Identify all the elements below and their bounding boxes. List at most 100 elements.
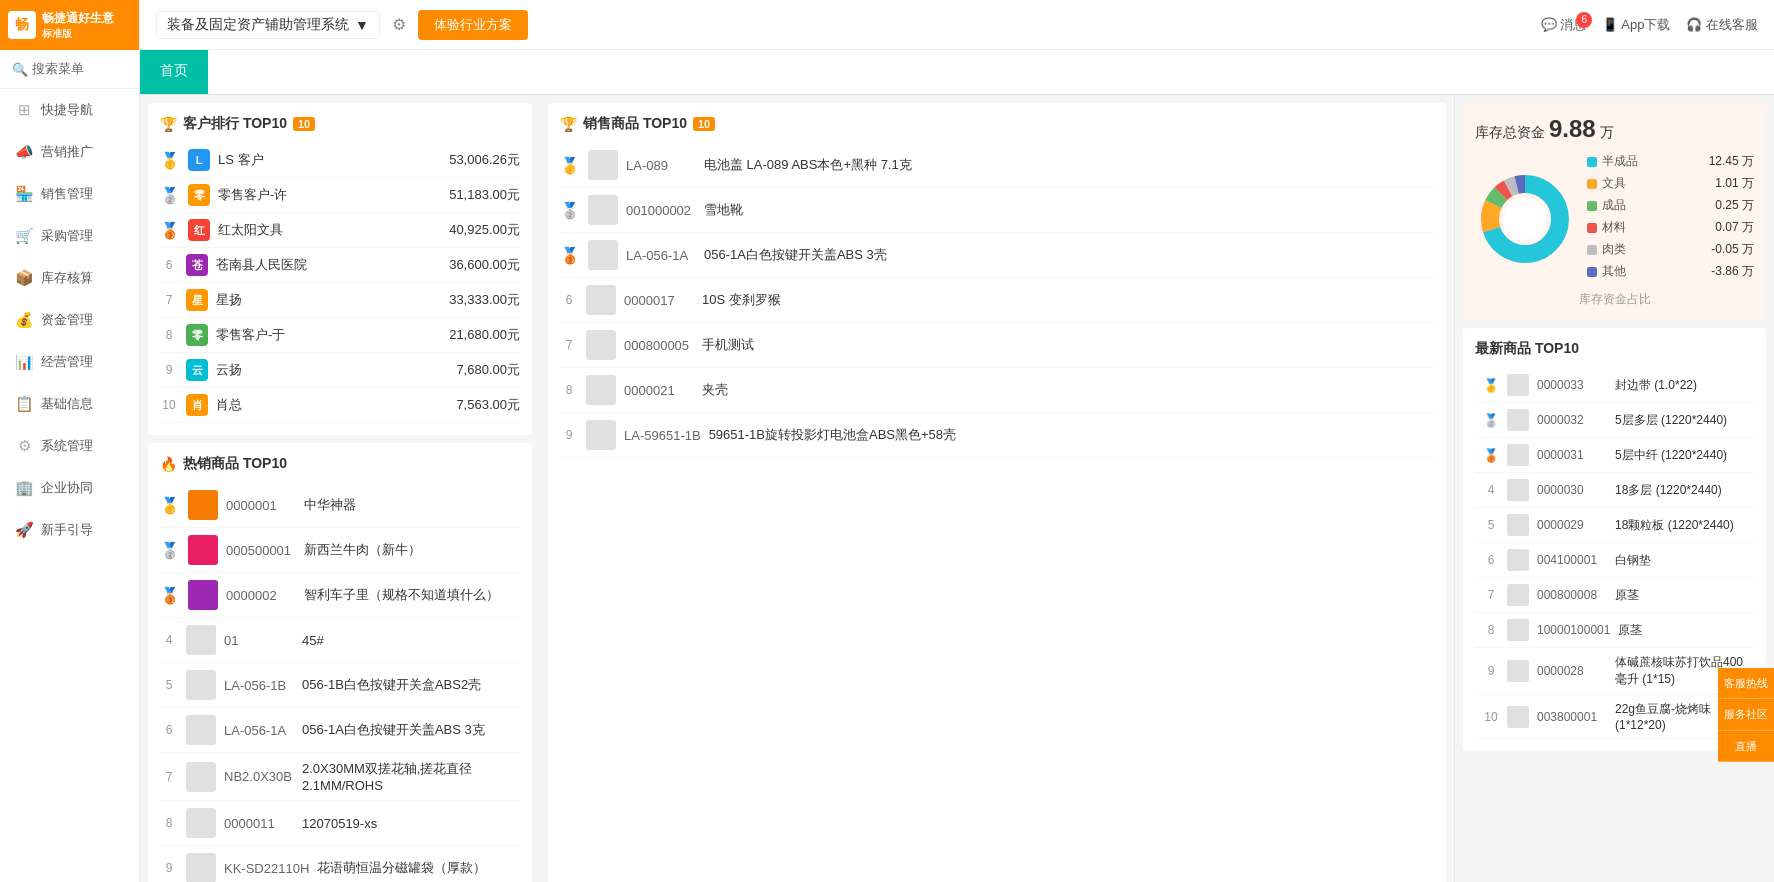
ps-name-7: 手机测试: [702, 336, 1434, 354]
sidebar-search[interactable]: 🔍 搜索菜单: [0, 50, 139, 89]
new-thumb-1: [1507, 374, 1529, 396]
new-name-1: 封边带 (1.0*22): [1615, 377, 1746, 394]
legend-label-3: 材料: [1602, 219, 1710, 236]
ps-medal-3: 🥉: [560, 246, 580, 265]
ps-rank-8: 8: [560, 383, 578, 397]
left-panel: 🏆 客户排行 TOP10 10 🥇 L LS 客户 53,006.26元 🥈: [140, 95, 540, 882]
customer-name-10: 肖总: [216, 396, 448, 414]
new-rank-9: 9: [1483, 664, 1499, 678]
new-name-8: 原茎: [1618, 622, 1746, 639]
customer-row-2: 🥈 零 零售客户-许 51,183.00元: [160, 178, 520, 213]
hot-medal-1: 🥇: [160, 496, 180, 515]
message-btn[interactable]: 💬 消息 6: [1541, 16, 1587, 34]
new-thumb-7: [1507, 584, 1529, 606]
ps-thumb-1: [588, 150, 618, 180]
ps-code-8: 0000021: [624, 383, 694, 398]
newest-products-list: 🥇 0000033 封边带 (1.0*22) 🥈 0000032 5层多层 (1…: [1475, 368, 1754, 739]
new-name-3: 5层中纤 (1220*2440): [1615, 447, 1746, 464]
sidebar-label-enterprise: 企业协同: [41, 479, 93, 497]
online-service-btn[interactable]: 🎧 在线客服: [1686, 16, 1758, 34]
legend-dot-1: [1587, 179, 1597, 189]
legend-dot-0: [1587, 157, 1597, 167]
ps-name-1: 电池盖 LA-089 ABS本色+黑种 7.1克: [704, 156, 1434, 174]
ps-name-3: 056-1A白色按键开关盖ABS 3壳: [704, 246, 1434, 264]
customer-row-9: 9 云 云扬 7,680.00元: [160, 353, 520, 388]
hot-name-6: 056-1A白色按键开关盖ABS 3克: [302, 721, 520, 739]
product-sales-row-1: 🥇 LA-089 电池盖 LA-089 ABS本色+黑种 7.1克: [560, 143, 1434, 188]
float-btn-live[interactable]: 直播: [1718, 731, 1774, 762]
sidebar-item-sales[interactable]: 🏪 销售管理: [0, 173, 139, 215]
new-code-6: 004100001: [1537, 553, 1607, 567]
customer-row-7: 7 星 星扬 33,333.00元: [160, 283, 520, 318]
inventory-total-value: 9.88: [1549, 115, 1596, 142]
hot-code-3: 0000002: [226, 588, 296, 603]
new-product-row-7: 7 000800008 原茎: [1475, 578, 1754, 613]
float-btn-service[interactable]: 客服热线: [1718, 668, 1774, 699]
new-medal-3: 🥉: [1483, 448, 1499, 463]
legend-row-3: 材料 0.07 万: [1587, 219, 1754, 236]
new-code-9: 0000028: [1537, 664, 1607, 678]
settings-icon[interactable]: ⚙: [392, 15, 406, 34]
new-product-row-2: 🥈 0000032 5层多层 (1220*2440): [1475, 403, 1754, 438]
new-product-row-8: 8 10000100001 原茎: [1475, 613, 1754, 648]
medal-silver-2: 🥈: [160, 186, 180, 205]
ps-name-9: 59651-1B旋转投影灯电池盒ABS黑色+58壳: [709, 426, 1434, 444]
sidebar-item-system[interactable]: ⚙ 系统管理: [0, 425, 139, 467]
sidebar-item-enterprise[interactable]: 🏢 企业协同: [0, 467, 139, 509]
hot-product-row-8: 8 0000011 12070519-xs: [160, 801, 520, 846]
new-thumb-4: [1507, 479, 1529, 501]
ps-code-7: 000800005: [624, 338, 694, 353]
float-btn-community[interactable]: 服务社区: [1718, 699, 1774, 730]
new-product-row-9: 9 0000028 体碱蔗核味苏打饮品400毫升 (1*15): [1475, 648, 1754, 695]
new-rank-8: 8: [1483, 623, 1499, 637]
sidebar-item-purchase[interactable]: 🛒 采购管理: [0, 215, 139, 257]
inventory-total-unit: 万: [1600, 124, 1614, 140]
sidebar-item-basic-info[interactable]: 📋 基础信息: [0, 383, 139, 425]
basic-info-icon: 📋: [15, 395, 33, 413]
system-selector[interactable]: 装备及固定资产辅助管理系统 ▼: [156, 11, 380, 39]
new-product-row-4: 4 0000030 18多层 (1220*2440): [1475, 473, 1754, 508]
new-thumb-2: [1507, 409, 1529, 431]
tab-home[interactable]: 首页: [140, 50, 208, 94]
sidebar-item-finance[interactable]: 💰 资金管理: [0, 299, 139, 341]
legend-label-2: 成品: [1602, 197, 1710, 214]
customer-value-8: 21,680.00元: [449, 326, 520, 344]
ps-code-3: LA-056-1A: [626, 248, 696, 263]
ps-thumb-7: [586, 330, 616, 360]
hot-rank-6: 6: [160, 723, 178, 737]
sidebar-item-operations[interactable]: 📊 经营管理: [0, 341, 139, 383]
topbar: 装备及固定资产辅助管理系统 ▼ ⚙ 体验行业方案 💬 消息 6 📱 App下载 …: [140, 0, 1774, 50]
ps-rank-9: 9: [560, 428, 578, 442]
customer-name-8: 零售客户-于: [216, 326, 441, 344]
legend-dot-4: [1587, 245, 1597, 255]
sidebar-item-inventory[interactable]: 📦 库存核算: [0, 257, 139, 299]
hot-product-row-9: 9 KK-SD22110H 花语萌恒温分磁罐袋（厚款）: [160, 846, 520, 882]
product-sales-row-3: 🥉 LA-056-1A 056-1A白色按键开关盖ABS 3壳: [560, 233, 1434, 278]
new-rank-5: 5: [1483, 518, 1499, 532]
system-icon: ⚙: [15, 437, 33, 455]
ps-code-6: 0000017: [624, 293, 694, 308]
new-medal-1: 🥇: [1483, 378, 1499, 393]
sidebar-item-quick-nav[interactable]: ⊞ 快捷导航: [0, 89, 139, 131]
hot-name-4: 45#: [302, 633, 520, 648]
legend-dot-2: [1587, 201, 1597, 211]
new-medal-2: 🥈: [1483, 413, 1499, 428]
sidebar-item-marketing[interactable]: 📣 营销推广: [0, 131, 139, 173]
customer-row-10: 10 肖 肖总 7,563.00元: [160, 388, 520, 423]
legend-val-1: 1.01 万: [1715, 175, 1754, 192]
ps-thumb-8: [586, 375, 616, 405]
customer-row-1: 🥇 L LS 客户 53,006.26元: [160, 143, 520, 178]
hot-rank-4: 4: [160, 633, 178, 647]
quick-nav-icon: ⊞: [15, 101, 33, 119]
trial-button[interactable]: 体验行业方案: [418, 10, 528, 40]
new-product-row-1: 🥇 0000033 封边带 (1.0*22): [1475, 368, 1754, 403]
app-download-btn[interactable]: 📱 App下载: [1602, 16, 1670, 34]
avatar-2: 零: [188, 184, 210, 206]
message-icon: 💬: [1541, 17, 1557, 32]
new-thumb-8: [1507, 619, 1529, 641]
ps-rank-6: 6: [560, 293, 578, 307]
ps-code-9: LA-59651-1B: [624, 428, 701, 443]
sidebar-item-newbie[interactable]: 🚀 新手引导: [0, 509, 139, 551]
hot-thumb-3: [188, 580, 218, 610]
legend-row-1: 文具 1.01 万: [1587, 175, 1754, 192]
